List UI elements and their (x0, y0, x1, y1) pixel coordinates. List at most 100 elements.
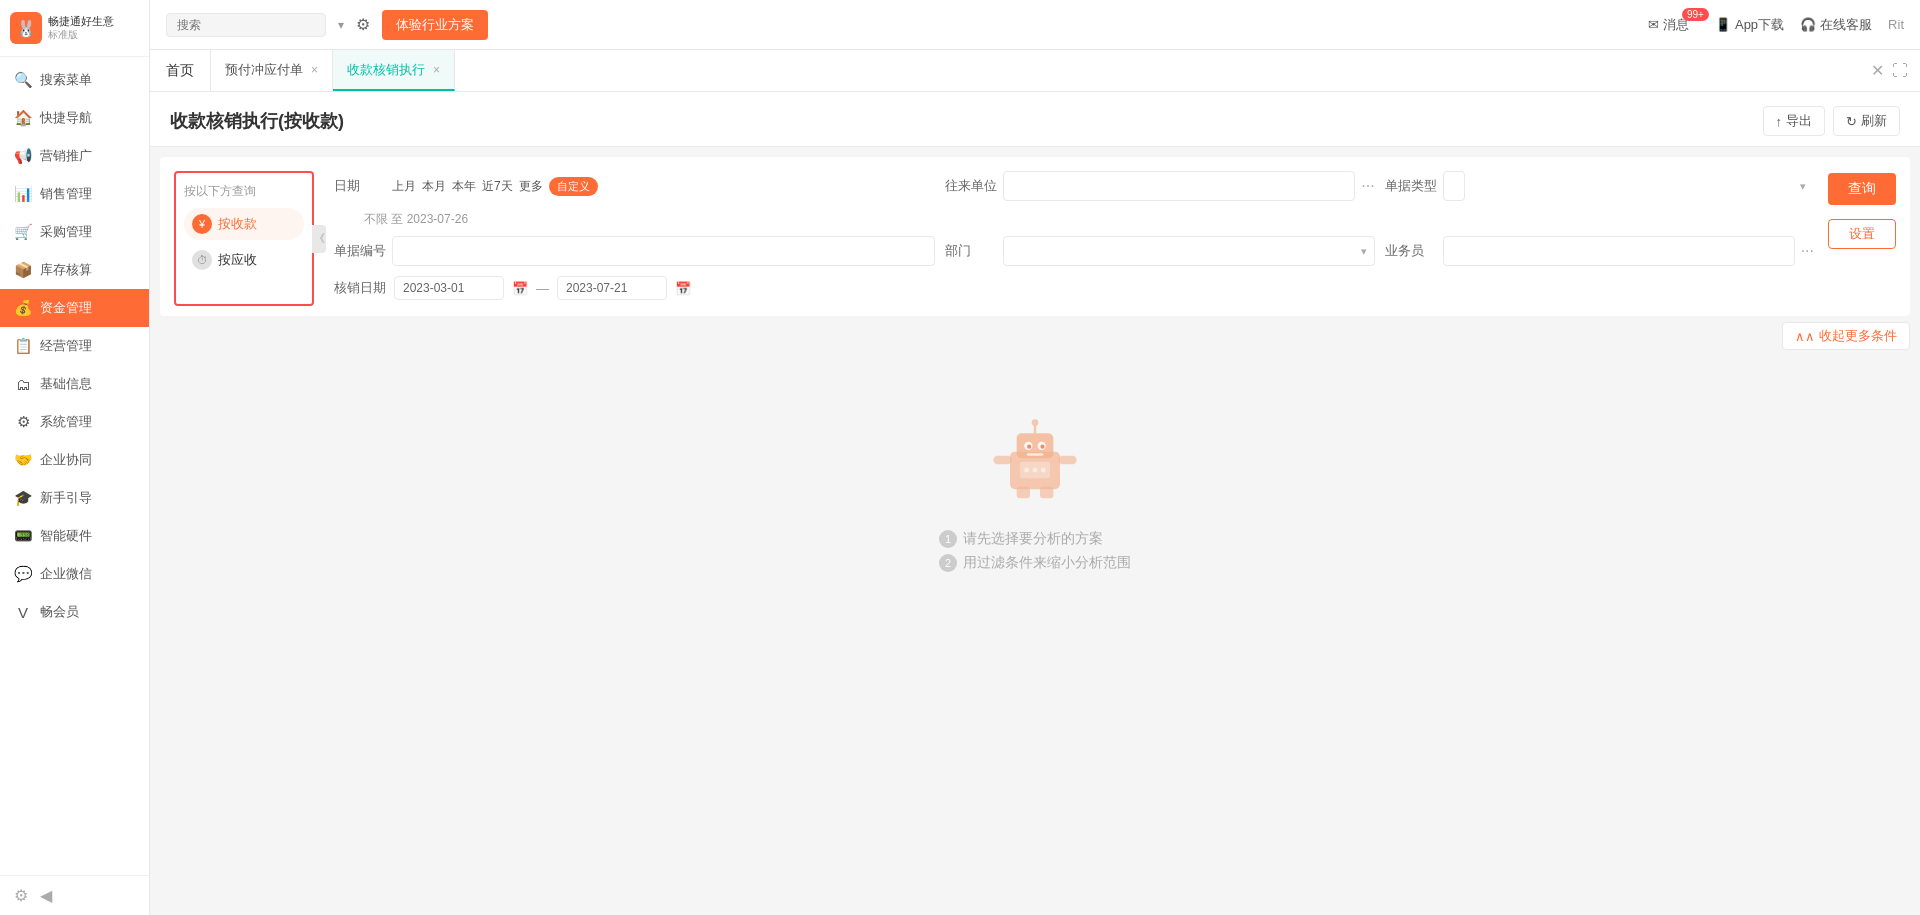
sidebar-item-label: 企业微信 (40, 565, 92, 583)
sidebar-item-label: 搜索菜单 (40, 71, 92, 89)
svg-rect-12 (1040, 487, 1053, 499)
user-info[interactable]: Rit (1888, 17, 1904, 32)
sidebar-item-label: 系统管理 (40, 413, 92, 431)
svg-rect-9 (993, 456, 1011, 464)
sidebar-item-sales[interactable]: 📊 销售管理 (0, 175, 149, 213)
search-icon: 🔍 (14, 71, 32, 89)
topbar-gear-icon[interactable]: ⚙ (356, 15, 370, 34)
sidebar-item-search[interactable]: 🔍 搜索菜单 (0, 61, 149, 99)
purchase-icon: 🛒 (14, 223, 32, 241)
page-container: 收款核销执行(按收款) ↑ 导出 ↻ 刷新 按以下方查询 ¥ (150, 92, 1920, 915)
step2-num: 2 (939, 554, 957, 572)
sidebar-item-newbie[interactable]: 🎓 新手引导 (0, 479, 149, 517)
tab-receipt-close[interactable]: × (433, 63, 440, 77)
date-shortcut-more[interactable]: 更多 (519, 178, 543, 195)
doc-type-select[interactable] (1443, 171, 1465, 201)
sidebar-item-purchase[interactable]: 🛒 采购管理 (0, 213, 149, 251)
solution-button[interactable]: 体验行业方案 (382, 10, 488, 40)
sidebar-item-label: 畅会员 (40, 603, 79, 621)
sidebar-item-quicknav[interactable]: 🏠 快捷导航 (0, 99, 149, 137)
tabbar-actions: ✕ ⛶ (1859, 50, 1920, 91)
app-download-button[interactable]: 📱 App下载 (1715, 16, 1784, 34)
sidebar-item-label: 基础信息 (40, 375, 92, 393)
verify-date-cal-end[interactable]: 📅 (675, 281, 691, 296)
sidebar-item-sysmanage[interactable]: ⚙ 系统管理 (0, 403, 149, 441)
svg-rect-10 (1058, 456, 1076, 464)
partner-filter-cell: 往来单位 ··· (945, 171, 1374, 201)
dept-select[interactable] (1003, 236, 1374, 266)
online-service-button[interactable]: 🎧 在线客服 (1800, 16, 1872, 34)
topbar-search-input[interactable] (166, 13, 326, 37)
doc-num-input[interactable] (392, 236, 935, 266)
date-shortcut-lastmonth[interactable]: 上月 (392, 178, 416, 195)
collapse-more-button[interactable]: ∧∧ 收起更多条件 (1782, 322, 1910, 350)
inventory-icon: 📦 (14, 261, 32, 279)
date-shortcut-7days[interactable]: 近7天 (482, 178, 513, 195)
sidebar-bottom: ⚙ ◀ (0, 875, 149, 915)
filter-action-buttons: 查询 设置 (1814, 171, 1896, 306)
baseinfo-icon: 🗂 (14, 376, 32, 393)
staff-input[interactable] (1443, 236, 1795, 266)
receivable-filter-label: 按应收 (218, 251, 257, 269)
tabbar: 首页 预付冲应付单 × 收款核销执行 × ✕ ⛶ (150, 50, 1920, 92)
empty-illustration (985, 410, 1085, 510)
svg-point-16 (1041, 468, 1046, 473)
verify-date-label: 核销日期 (334, 279, 386, 297)
verify-date-cal-start[interactable]: 📅 (512, 281, 528, 296)
sidebar-item-bizcolab[interactable]: 🤝 企业协同 (0, 441, 149, 479)
sidebar-item-wechat[interactable]: 💬 企业微信 (0, 555, 149, 593)
filter-left-panel: 按以下方查询 ¥ 按收款 ⏱ 按应收 《 (174, 171, 314, 306)
service-label: 在线客服 (1820, 16, 1872, 34)
page-actions: ↑ 导出 ↻ 刷新 (1763, 106, 1901, 136)
doc-type-label: 单据类型 (1385, 177, 1437, 195)
receipt-filter-icon: ¥ (192, 214, 212, 234)
tab-prepay-close[interactable]: × (311, 63, 318, 77)
sidebar-item-bizmanage[interactable]: 📋 经营管理 (0, 327, 149, 365)
message-button[interactable]: ✉ 消息 99+ (1648, 16, 1699, 34)
sidebar-item-smarthw[interactable]: 📟 智能硬件 (0, 517, 149, 555)
collapse-sidebar-icon[interactable]: ◀ (40, 886, 52, 905)
logo-text: 畅捷通好生意 (48, 14, 114, 28)
svg-point-4 (1027, 445, 1031, 449)
sidebar-item-inventory[interactable]: 📦 库存核算 (0, 251, 149, 289)
window-close-icon[interactable]: ✕ (1871, 61, 1884, 80)
tab-prepay[interactable]: 预付冲应付单 × (211, 50, 333, 91)
date-shortcut-thisyear[interactable]: 本年 (452, 178, 476, 195)
tab-home[interactable]: 首页 (150, 50, 211, 91)
staff-dots[interactable]: ··· (1801, 242, 1814, 260)
tabbar-spacer (455, 50, 1859, 91)
filter-option-receivable[interactable]: ⏱ 按应收 (184, 244, 304, 276)
sidebar-item-vip[interactable]: V 畅会员 (0, 593, 149, 631)
sidebar-item-label: 快捷导航 (40, 109, 92, 127)
settings-bottom-icon[interactable]: ⚙ (14, 886, 28, 905)
sales-icon: 📊 (14, 185, 32, 203)
topbar-chevron-icon[interactable]: ▾ (338, 18, 344, 32)
partner-input[interactable] (1003, 171, 1355, 201)
query-button[interactable]: 查询 (1828, 173, 1896, 205)
export-button[interactable]: ↑ 导出 (1763, 106, 1826, 136)
date-label: 日期 (334, 177, 386, 195)
filter-panel-collapse[interactable]: 《 (312, 225, 326, 253)
sidebar-item-finance[interactable]: 💰 资金管理 (0, 289, 149, 327)
step2-text: 用过滤条件来缩小分析范围 (963, 554, 1131, 572)
refresh-button[interactable]: ↻ 刷新 (1833, 106, 1900, 136)
doc-num-filter-cell: 单据编号 (334, 236, 935, 266)
bizmanage-icon: 📋 (14, 337, 32, 355)
verify-date-start[interactable] (394, 276, 504, 300)
date-custom-tag[interactable]: 自定义 (549, 177, 598, 196)
sidebar-item-baseinfo[interactable]: 🗂 基础信息 (0, 365, 149, 403)
refresh-icon: ↻ (1846, 114, 1857, 129)
tab-receipt[interactable]: 收款核销执行 × (333, 50, 455, 91)
verify-date-end[interactable] (557, 276, 667, 300)
sidebar-item-label: 营销推广 (40, 147, 92, 165)
settings-button[interactable]: 设置 (1828, 219, 1896, 249)
sidebar-item-label: 资金管理 (40, 299, 92, 317)
doc-num-label: 单据编号 (334, 242, 386, 260)
sidebar-item-label: 销售管理 (40, 185, 92, 203)
date-shortcut-thismonth[interactable]: 本月 (422, 178, 446, 195)
sidebar-item-marketing[interactable]: 📢 营销推广 (0, 137, 149, 175)
window-expand-icon[interactable]: ⛶ (1892, 62, 1908, 80)
partner-dots[interactable]: ··· (1361, 177, 1374, 195)
filter-panel-title: 按以下方查询 (184, 183, 304, 200)
filter-option-receipt[interactable]: ¥ 按收款 (184, 208, 304, 240)
